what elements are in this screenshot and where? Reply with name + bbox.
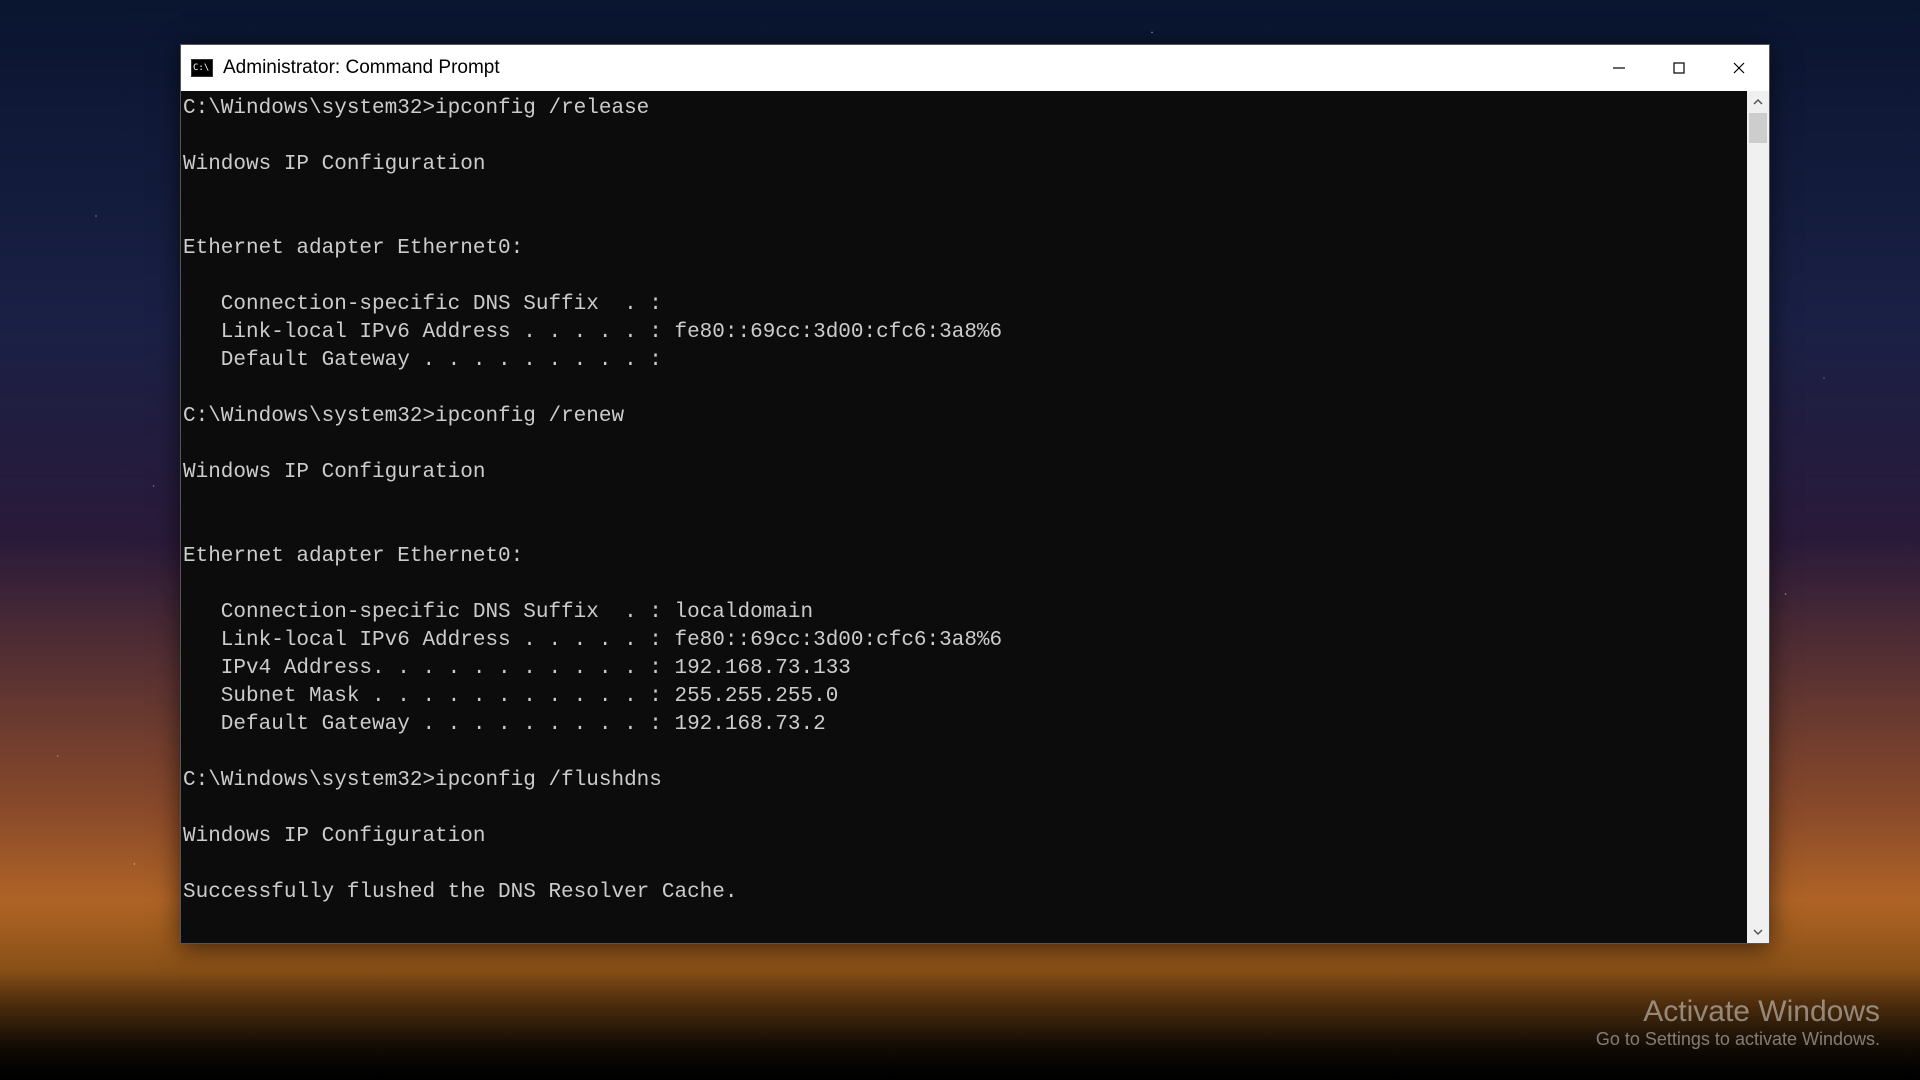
output-line: Connection-specific DNS Suffix . : local… (183, 601, 813, 624)
command-prompt-window: C:\ Administrator: Command Prompt C:\Win… (180, 44, 1770, 944)
vertical-scrollbar[interactable] (1747, 91, 1769, 943)
output-line: Link-local IPv6 Address . . . . . : fe80… (183, 321, 1002, 344)
prompt: C:\Windows\system32> (183, 769, 435, 792)
watermark-title: Activate Windows (1596, 995, 1880, 1029)
close-icon (1732, 61, 1746, 75)
window-title: Administrator: Command Prompt (223, 57, 500, 79)
console-output[interactable]: C:\Windows\system32>ipconfig /release Wi… (181, 91, 1747, 943)
console-area: C:\Windows\system32>ipconfig /release Wi… (181, 91, 1769, 943)
output-line: Connection-specific DNS Suffix . : (183, 293, 662, 316)
titlebar[interactable]: C:\ Administrator: Command Prompt (181, 45, 1769, 91)
output-line: Windows IP Configuration (183, 825, 485, 848)
command-release: ipconfig /release (435, 97, 649, 120)
output-line: Successfully flushed the DNS Resolver Ca… (183, 881, 738, 904)
command-flushdns: ipconfig /flushdns (435, 769, 662, 792)
close-button[interactable] (1709, 45, 1769, 91)
output-line: Link-local IPv6 Address . . . . . : fe80… (183, 629, 1002, 652)
activation-watermark: Activate Windows Go to Settings to activ… (1596, 995, 1880, 1050)
output-line: Default Gateway . . . . . . . . . : (183, 349, 662, 372)
chevron-up-icon (1753, 97, 1763, 107)
cmd-icon: C:\ (191, 59, 213, 77)
window-controls (1589, 45, 1769, 91)
scroll-down-button[interactable] (1747, 921, 1769, 943)
output-line: Ethernet adapter Ethernet0: (183, 545, 523, 568)
prompt: C:\Windows\system32> (183, 97, 435, 120)
output-line: Ethernet adapter Ethernet0: (183, 237, 523, 260)
scroll-up-button[interactable] (1747, 91, 1769, 113)
command-renew: ipconfig /renew (435, 405, 624, 428)
minimize-icon (1612, 61, 1626, 75)
output-line: IPv4 Address. . . . . . . . . . . : 192.… (183, 657, 851, 680)
output-line: Subnet Mask . . . . . . . . . . . : 255.… (183, 685, 838, 708)
scroll-track[interactable] (1747, 113, 1769, 921)
watermark-subtitle: Go to Settings to activate Windows. (1596, 1029, 1880, 1050)
scroll-thumb[interactable] (1749, 113, 1767, 143)
output-line: Default Gateway . . . . . . . . . : 192.… (183, 713, 826, 736)
maximize-button[interactable] (1649, 45, 1709, 91)
output-line: Windows IP Configuration (183, 153, 485, 176)
maximize-icon (1672, 61, 1686, 75)
chevron-down-icon (1753, 927, 1763, 937)
output-line: Windows IP Configuration (183, 461, 485, 484)
minimize-button[interactable] (1589, 45, 1649, 91)
prompt: C:\Windows\system32> (183, 405, 435, 428)
